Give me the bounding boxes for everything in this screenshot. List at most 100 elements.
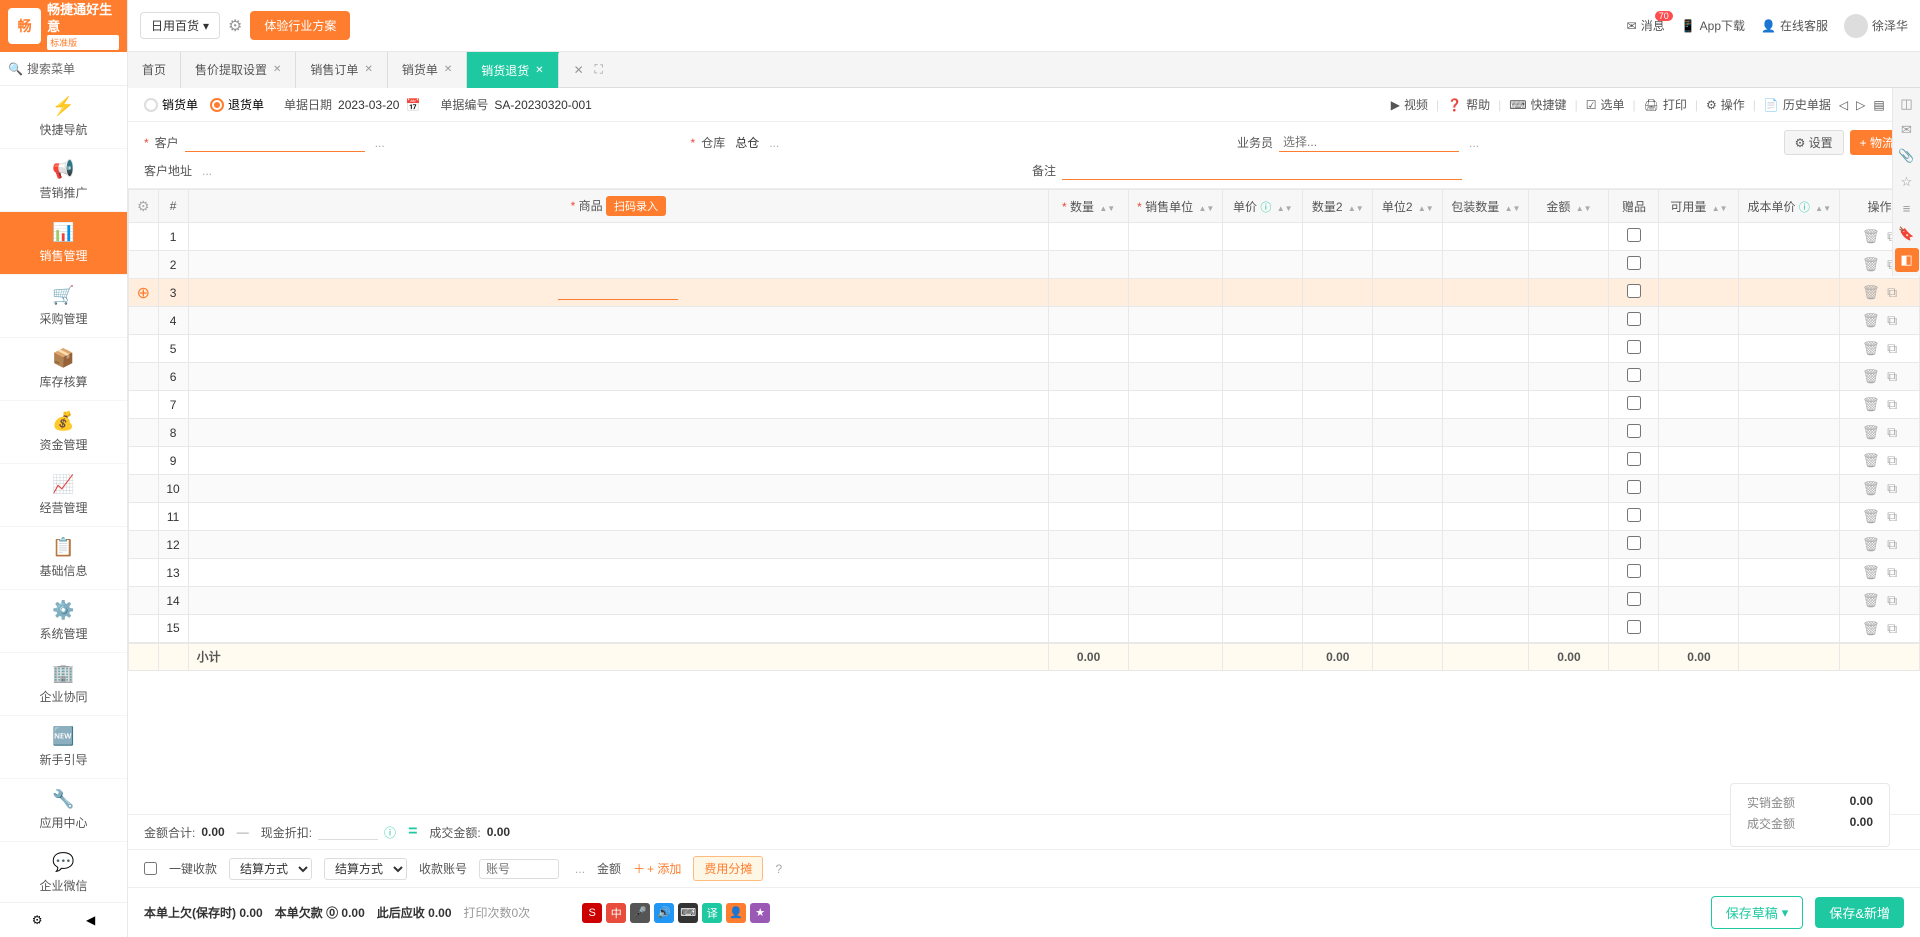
- row-unit-cell[interactable]: [1129, 307, 1223, 335]
- row-pkg-qty-cell[interactable]: [1443, 335, 1529, 363]
- sidebar-item-quick-nav[interactable]: ⚡ 快捷导航: [0, 86, 127, 149]
- row-available-cell[interactable]: [1659, 251, 1739, 279]
- row-price-cell[interactable]: [1223, 447, 1303, 475]
- action-video[interactable]: ▶ 视频: [1391, 96, 1428, 113]
- row-unit2-cell[interactable]: [1373, 587, 1443, 615]
- right-panel-btn-5[interactable]: ≡: [1895, 196, 1919, 220]
- row-gift-cell[interactable]: [1609, 615, 1659, 643]
- row-copy-button[interactable]: ⧉: [1885, 394, 1899, 415]
- sidebar-item-system[interactable]: ⚙️ 系统管理: [0, 590, 127, 653]
- pkg-sort-icon[interactable]: ▲▼: [1505, 204, 1521, 213]
- calc-method-select[interactable]: 结算方式: [324, 858, 407, 880]
- row-qty-cell[interactable]: [1049, 223, 1129, 251]
- voice-icon[interactable]: 🔊: [654, 903, 674, 923]
- row-qty2-cell[interactable]: [1303, 503, 1373, 531]
- warehouse-select-btn[interactable]: ...: [769, 136, 779, 150]
- row-amount-cell[interactable]: [1529, 531, 1609, 559]
- settings-button[interactable]: ⚙ 设置: [1784, 130, 1844, 155]
- amount-sort-icon[interactable]: ▲▼: [1576, 204, 1592, 213]
- row-qty2-cell[interactable]: [1303, 251, 1373, 279]
- row-qty-cell[interactable]: [1049, 419, 1129, 447]
- row-available-cell[interactable]: [1659, 279, 1739, 307]
- sidebar-item-finance[interactable]: 💰 资金管理: [0, 401, 127, 464]
- tab-price-setting[interactable]: 售价提取设置 ✕: [181, 52, 296, 88]
- row-unit2-cell[interactable]: [1373, 559, 1443, 587]
- row-gift-cell[interactable]: [1609, 223, 1659, 251]
- row-amount-cell[interactable]: [1529, 419, 1609, 447]
- row-price-cell[interactable]: [1223, 531, 1303, 559]
- s-icon[interactable]: S: [582, 903, 602, 923]
- row-product-cell[interactable]: [188, 363, 1049, 391]
- row-qty-cell[interactable]: [1049, 363, 1129, 391]
- row-unit2-cell[interactable]: [1373, 335, 1443, 363]
- sidebar-item-marketing[interactable]: 📢 营销推广: [0, 149, 127, 212]
- sidebar-item-inventory[interactable]: 📦 库存核算: [0, 338, 127, 401]
- one-click-payment-checkbox[interactable]: [144, 862, 157, 875]
- customer-input[interactable]: [185, 133, 365, 152]
- row-product-cell[interactable]: [188, 447, 1049, 475]
- row-price-cell[interactable]: [1223, 307, 1303, 335]
- unit-sort-icon[interactable]: ▲▼: [1198, 204, 1214, 213]
- row-product-cell[interactable]: [188, 307, 1049, 335]
- sidebar-item-sales[interactable]: 📊 销售管理: [0, 212, 127, 275]
- product-input[interactable]: [558, 285, 678, 300]
- sidebar-item-basic[interactable]: 📋 基础信息: [0, 527, 127, 590]
- row-amount-cell[interactable]: [1529, 559, 1609, 587]
- row-amount-cell[interactable]: [1529, 615, 1609, 643]
- row-delete-button[interactable]: 🗑: [1860, 590, 1882, 611]
- row-cost-price-cell[interactable]: [1739, 531, 1840, 559]
- right-panel-btn-1[interactable]: ◫: [1895, 92, 1919, 116]
- row-unit2-cell[interactable]: [1373, 475, 1443, 503]
- app-download-button[interactable]: 📱 App下载: [1681, 17, 1745, 34]
- add-fee-button[interactable]: ＋ + 添加: [633, 860, 681, 877]
- row-cost-price-cell[interactable]: [1739, 615, 1840, 643]
- row-unit-cell[interactable]: [1129, 531, 1223, 559]
- row-qty-cell[interactable]: [1049, 307, 1129, 335]
- gift-checkbox[interactable]: [1627, 480, 1641, 494]
- row-product-cell[interactable]: [188, 419, 1049, 447]
- action-help[interactable]: ❓ 帮助: [1447, 96, 1490, 113]
- row-gift-cell[interactable]: [1609, 587, 1659, 615]
- row-price-cell[interactable]: [1223, 223, 1303, 251]
- row-available-cell[interactable]: [1659, 363, 1739, 391]
- row-qty2-cell[interactable]: [1303, 279, 1373, 307]
- row-gift-cell[interactable]: [1609, 363, 1659, 391]
- right-panel-btn-2[interactable]: ✉: [1895, 118, 1919, 142]
- row-unit-cell[interactable]: [1129, 447, 1223, 475]
- row-pkg-qty-cell[interactable]: [1443, 251, 1529, 279]
- row-unit2-cell[interactable]: [1373, 419, 1443, 447]
- row-cost-price-cell[interactable]: [1739, 251, 1840, 279]
- row-unit-cell[interactable]: [1129, 251, 1223, 279]
- sidebar-item-appstore[interactable]: 🔧 应用中心: [0, 779, 127, 842]
- sidebar-item-guide[interactable]: 🆕 新手引导: [0, 716, 127, 779]
- tab-sales-delivery-close[interactable]: ✕: [444, 64, 452, 75]
- row-gift-cell[interactable]: [1609, 391, 1659, 419]
- row-unit-cell[interactable]: [1129, 615, 1223, 643]
- gift-checkbox[interactable]: [1627, 452, 1641, 466]
- row-product-cell[interactable]: [188, 475, 1049, 503]
- date-value[interactable]: 2023-03-20: [338, 98, 399, 112]
- row-pkg-qty-cell[interactable]: [1443, 503, 1529, 531]
- row-price-cell[interactable]: [1223, 615, 1303, 643]
- col-settings[interactable]: ⚙: [129, 190, 159, 223]
- gift-checkbox[interactable]: [1627, 620, 1641, 634]
- gift-checkbox[interactable]: [1627, 340, 1641, 354]
- gift-checkbox[interactable]: [1627, 228, 1641, 242]
- tab-sales-return-close[interactable]: ✕: [535, 65, 543, 76]
- mic-icon[interactable]: 🎤: [630, 903, 650, 923]
- row-delete-button[interactable]: 🗑: [1860, 422, 1882, 443]
- gift-checkbox[interactable]: [1627, 256, 1641, 270]
- row-pkg-qty-cell[interactable]: [1443, 587, 1529, 615]
- row-delete-button[interactable]: 🗑: [1860, 478, 1882, 499]
- number-value[interactable]: SA-20230320-001: [494, 98, 591, 112]
- table-settings-icon[interactable]: ⚙: [137, 198, 150, 214]
- gift-checkbox[interactable]: [1627, 508, 1641, 522]
- message-button[interactable]: ✉ 消息 70: [1627, 17, 1665, 34]
- sidebar-item-purchase[interactable]: 🛒 采购管理: [0, 275, 127, 338]
- row-gift-cell[interactable]: [1609, 279, 1659, 307]
- row-copy-button[interactable]: ⧉: [1885, 534, 1899, 555]
- row-price-cell[interactable]: [1223, 335, 1303, 363]
- row-gift-cell[interactable]: [1609, 559, 1659, 587]
- row-qty2-cell[interactable]: [1303, 615, 1373, 643]
- sidebar-collapse-icon[interactable]: ◀: [86, 913, 95, 927]
